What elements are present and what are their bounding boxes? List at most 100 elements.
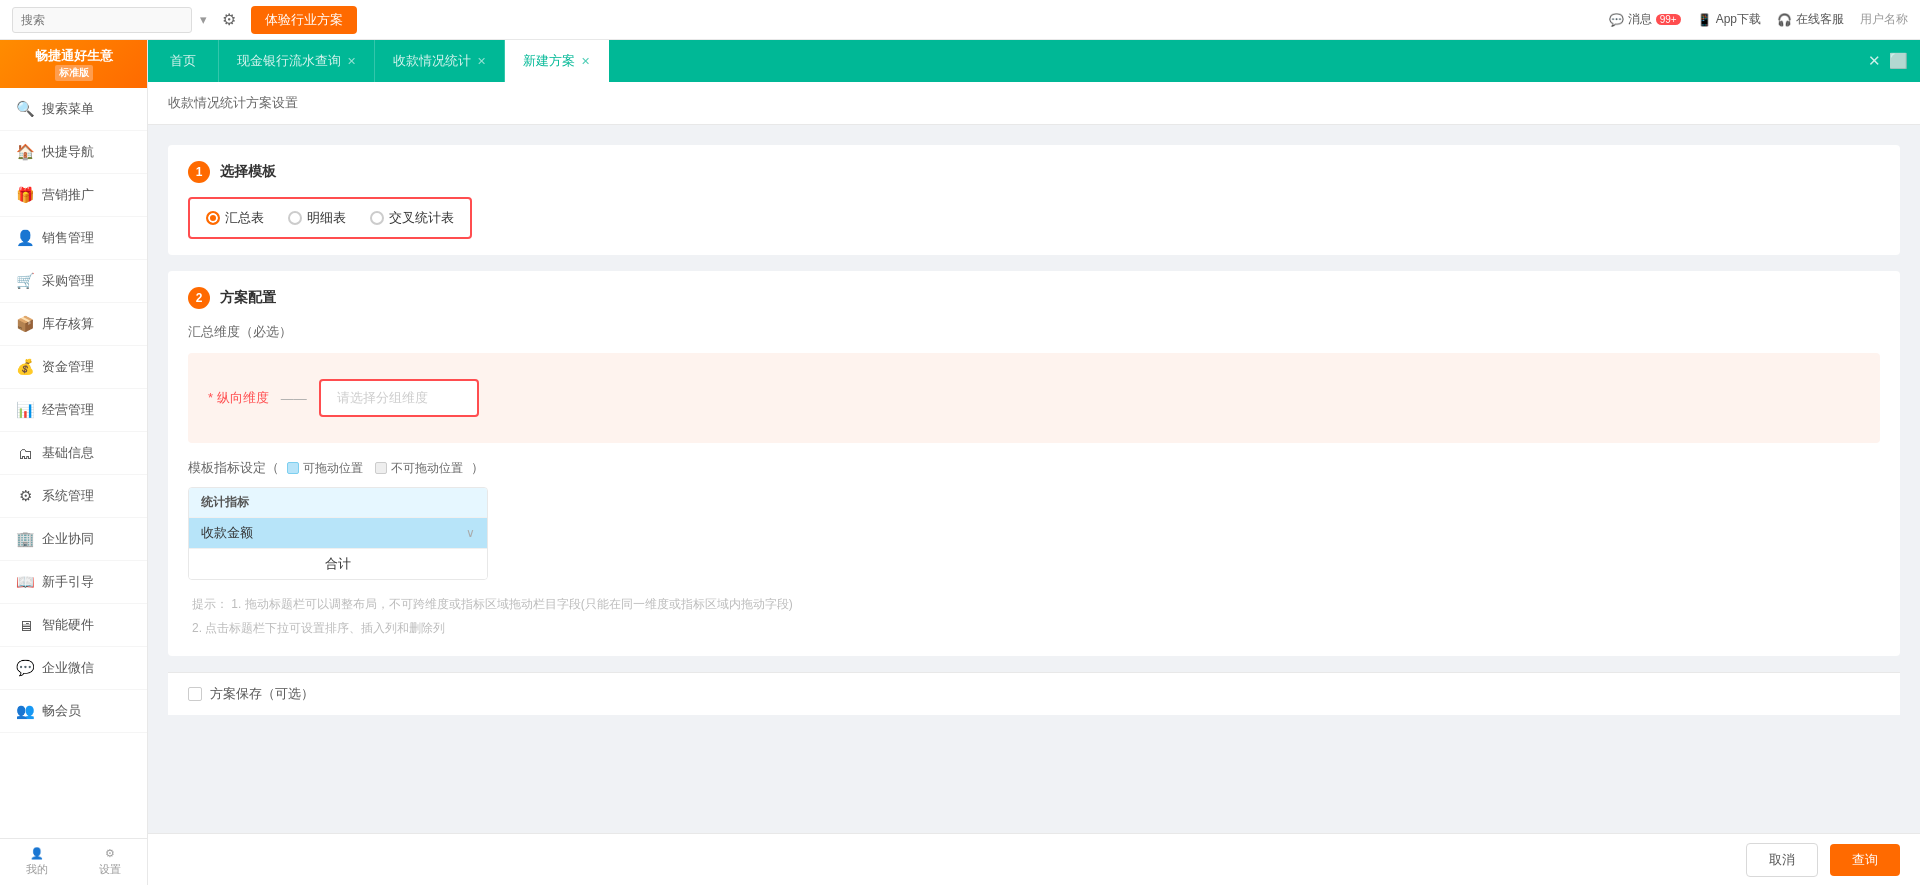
step1-number: 1: [188, 161, 210, 183]
tab-new-plan[interactable]: 新建方案 ✕: [505, 40, 609, 82]
sidebar-item-purchase[interactable]: 🛒 采购管理: [0, 260, 147, 303]
step2-header: 2 方案配置: [188, 287, 1880, 309]
settings-icon: ⚙: [105, 847, 115, 860]
tab-actions: ✕ ⬜: [1868, 52, 1920, 70]
sidebar-item-inventory[interactable]: 📦 库存核算: [0, 303, 147, 346]
messages-badge: 99+: [1656, 14, 1681, 25]
radio-cross-circle: [370, 211, 384, 225]
sidebar-item-operations[interactable]: 📊 经营管理: [0, 389, 147, 432]
legend-fixed-label: 不可拖动位置: [391, 460, 463, 477]
page-header-title: 收款情况统计方案设置: [168, 95, 298, 110]
sidebar-item-system[interactable]: ⚙ 系统管理: [0, 475, 147, 518]
metrics-legend: 可拖动位置 不可拖动位置: [287, 460, 463, 477]
headset-icon: 🎧: [1777, 13, 1792, 27]
metrics-header: 模板指标设定（ 可拖动位置 不可拖动位置 ）: [188, 459, 1880, 477]
tab-collection-stat[interactable]: 收款情况统计 ✕: [375, 40, 505, 82]
tab-bank-flow-label: 现金银行流水查询: [237, 52, 341, 70]
sidebar-label: 资金管理: [42, 358, 94, 376]
app-download-btn[interactable]: 📱 App下载: [1697, 11, 1761, 28]
chart-icon: 📊: [16, 401, 34, 419]
sidebar-label: 经营管理: [42, 401, 94, 419]
tab-new-plan-label: 新建方案: [523, 52, 575, 70]
query-button[interactable]: 查询: [1830, 844, 1900, 876]
nav-tabs: 首页 现金银行流水查询 ✕ 收款情况统计 ✕ 新建方案 ✕ ✕ ⬜: [148, 40, 1920, 82]
sidebar-bottom-me[interactable]: 👤 我的: [26, 847, 48, 877]
save-label: 方案保存（可选）: [210, 685, 314, 703]
sidebar-item-guide[interactable]: 📖 新手引导: [0, 561, 147, 604]
sidebar-item-finance[interactable]: 💰 资金管理: [0, 346, 147, 389]
sidebar-item-hardware[interactable]: 🖥 智能硬件: [0, 604, 147, 647]
trial-button[interactable]: 体验行业方案: [251, 6, 357, 34]
dimension-select-placeholder: 请选择分组维度: [337, 390, 428, 405]
tab-collection-stat-label: 收款情况统计: [393, 52, 471, 70]
step2-number: 2: [188, 287, 210, 309]
logo-text: 畅捷通好生意: [35, 47, 113, 65]
radio-summary[interactable]: 汇总表: [206, 209, 264, 227]
top-bar: ▾ ⚙ 体验行业方案 💬 消息 99+ 📱 App下载 🎧 在线客服 用户名称: [0, 0, 1920, 40]
sidebar-label: 企业微信: [42, 659, 94, 677]
close-new-plan-icon[interactable]: ✕: [581, 55, 590, 68]
main-area: 首页 现金银行流水查询 ✕ 收款情况统计 ✕ 新建方案 ✕ ✕ ⬜ 收: [148, 40, 1920, 885]
close-collection-stat-icon[interactable]: ✕: [477, 55, 486, 68]
wechat-icon: 💬: [16, 659, 34, 677]
tab-home[interactable]: 首页: [148, 40, 219, 82]
sidebar-item-search-menu[interactable]: 🔍 搜索菜单: [0, 88, 147, 131]
metrics-table: 统计指标 收款金额 ∨ 合计: [188, 487, 488, 580]
box-icon: 📦: [16, 315, 34, 333]
metrics-row-label: 收款金额: [201, 524, 253, 542]
app-icon: 📱: [1697, 13, 1712, 27]
save-checkbox[interactable]: [188, 687, 202, 701]
online-support-btn[interactable]: 🎧 在线客服: [1777, 11, 1844, 28]
sidebar-item-basic-info[interactable]: 🗂 基础信息: [0, 432, 147, 475]
metrics-table-row[interactable]: 收款金额 ∨: [189, 517, 487, 548]
maximize-window-button[interactable]: ⬜: [1889, 52, 1908, 70]
save-row: 方案保存（可选）: [168, 672, 1900, 715]
tab-bank-flow[interactable]: 现金银行流水查询 ✕: [219, 40, 375, 82]
metrics-row-arrow-icon[interactable]: ∨: [466, 526, 475, 540]
search-input[interactable]: [12, 7, 192, 33]
dimension-label: 汇总维度（必选）: [188, 323, 1880, 341]
metrics-table-footer: 合计: [189, 548, 487, 579]
gear-button[interactable]: ⚙: [215, 6, 243, 34]
draggable-dot: [287, 462, 299, 474]
step1-section: 1 选择模板 汇总表 明细表: [168, 145, 1900, 255]
radio-cross-label: 交叉统计表: [389, 209, 454, 227]
radio-cross[interactable]: 交叉统计表: [370, 209, 454, 227]
dimension-select[interactable]: 请选择分组维度: [319, 379, 479, 417]
edition-badge: 标准版: [55, 65, 93, 81]
cart-icon: 🛒: [16, 272, 34, 290]
top-bar-right: 💬 消息 99+ 📱 App下载 🎧 在线客服 用户名称: [1609, 11, 1908, 28]
messages-btn[interactable]: 💬 消息 99+: [1609, 11, 1681, 28]
folder-icon: 🗂: [16, 445, 34, 462]
close-bank-flow-icon[interactable]: ✕: [347, 55, 356, 68]
step2-section: 2 方案配置 汇总维度（必选） * 纵向维度 —— 请选择分组维度: [168, 271, 1900, 656]
messages-label: 消息: [1628, 11, 1652, 28]
radio-detail-circle: [288, 211, 302, 225]
sidebar-item-members[interactable]: 👥 畅会员: [0, 690, 147, 733]
metrics-header-text: 模板指标设定（: [188, 459, 279, 477]
sidebar-item-quick-nav[interactable]: 🏠 快捷导航: [0, 131, 147, 174]
sidebar-item-sales[interactable]: 👤 销售管理: [0, 217, 147, 260]
sidebar-item-marketing[interactable]: 🎁 营销推广: [0, 174, 147, 217]
sidebar-label: 系统管理: [42, 487, 94, 505]
username-label[interactable]: 用户名称: [1860, 11, 1908, 28]
template-options: 汇总表 明细表 交叉统计表: [188, 197, 472, 239]
me-icon: 👤: [30, 847, 44, 860]
tip-1: 提示： 1. 拖动标题栏可以调整布局，不可跨维度或指标区域拖动栏目字段(只能在同…: [188, 592, 1880, 616]
page-header: 收款情况统计方案设置: [148, 82, 1920, 125]
close-window-button[interactable]: ✕: [1868, 52, 1881, 70]
sidebar-item-enterprise[interactable]: 🏢 企业协同: [0, 518, 147, 561]
book-icon: 📖: [16, 573, 34, 591]
user-icon: 👤: [16, 229, 34, 247]
step1-title: 选择模板: [220, 163, 276, 181]
sidebar-item-wechat[interactable]: 💬 企业微信: [0, 647, 147, 690]
vertical-dimension-label: * 纵向维度: [208, 389, 269, 407]
dropdown-arrow-icon[interactable]: ▾: [200, 12, 207, 27]
radio-detail[interactable]: 明细表: [288, 209, 346, 227]
cancel-button[interactable]: 取消: [1746, 843, 1818, 877]
sidebar-bottom-settings[interactable]: ⚙ 设置: [99, 847, 121, 877]
sidebar-label: 快捷导航: [42, 143, 94, 161]
sidebar-bottom: 👤 我的 ⚙ 设置: [0, 838, 147, 885]
sidebar-label: 销售管理: [42, 229, 94, 247]
system-icon: ⚙: [16, 487, 34, 505]
